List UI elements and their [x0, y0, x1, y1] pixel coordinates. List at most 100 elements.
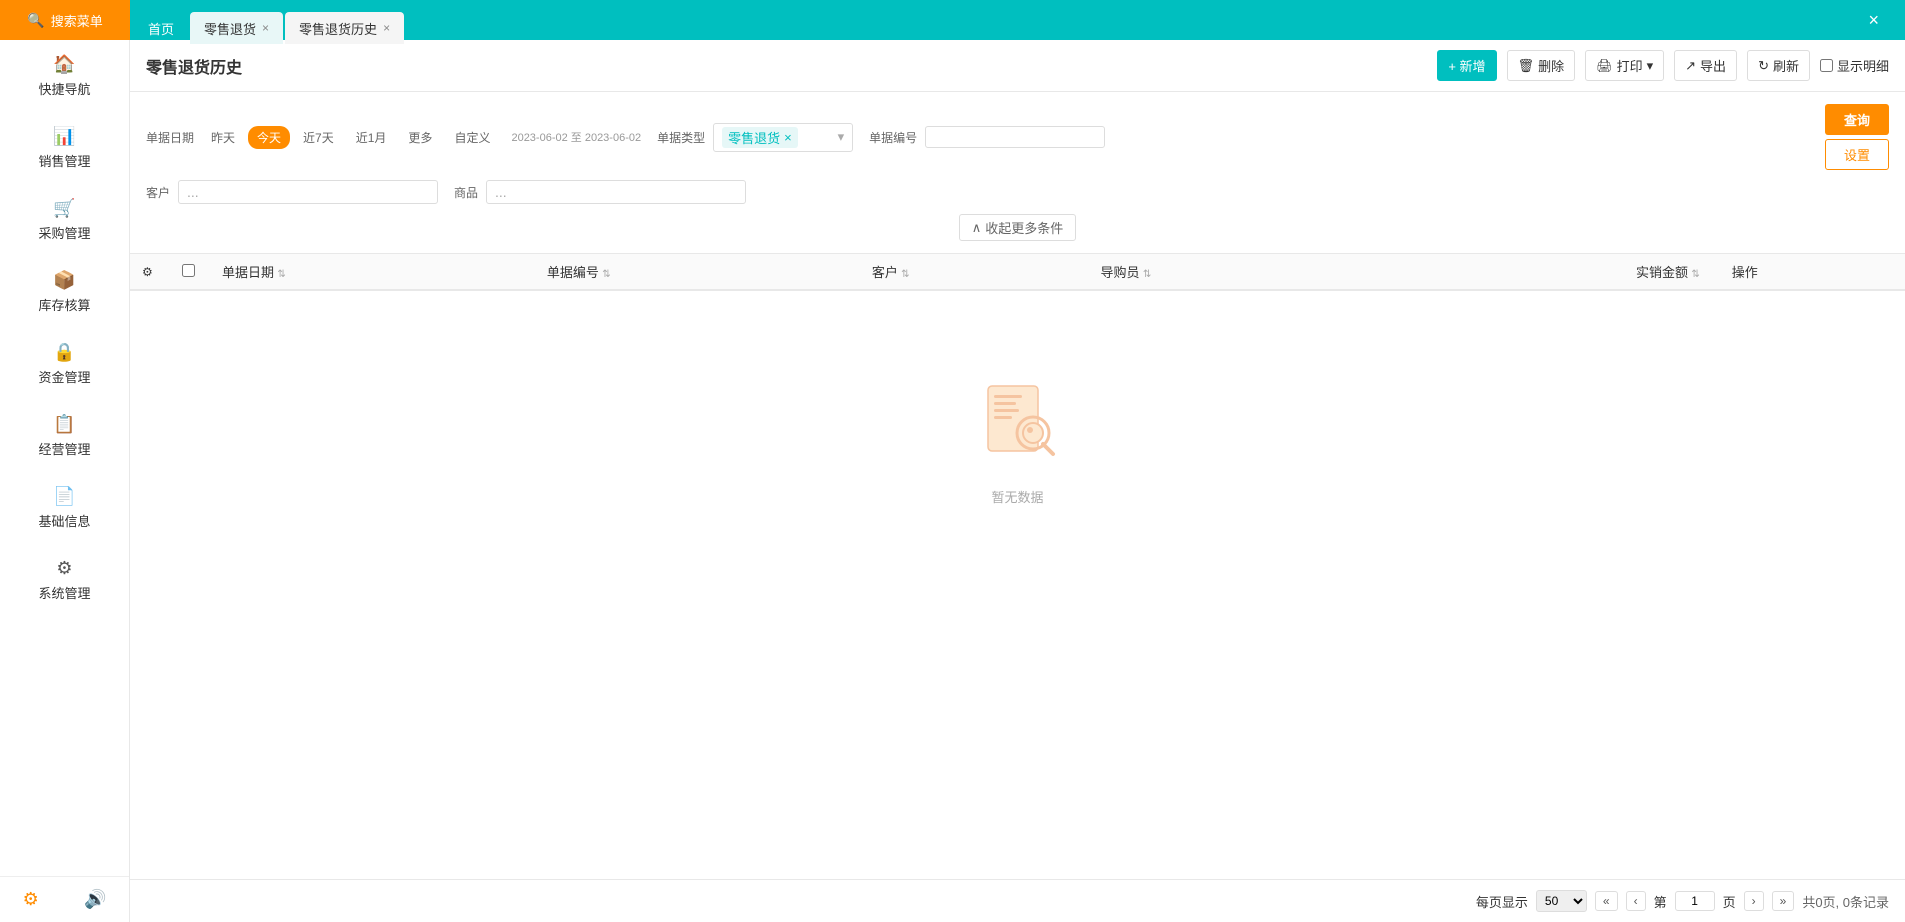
- set-button[interactable]: 设置: [1825, 139, 1889, 170]
- sidebar-item-system-mgmt-label: 系统管理: [38, 583, 90, 602]
- window-close-button[interactable]: ×: [1858, 10, 1889, 31]
- col-actual-amount-label: 实销金额: [1636, 265, 1688, 280]
- export-icon: ↗: [1685, 58, 1696, 74]
- table-wrapper: ⚙ 单据日期 ⇅ 单据编号 ⇅ 客户 ⇅: [130, 254, 1905, 879]
- goods-ellipsis-icon[interactable]: ...: [495, 184, 507, 200]
- volume-icon[interactable]: 🔊: [84, 889, 106, 910]
- tabs-area: 首页 零售退货 × 零售退货历史 ×: [130, 0, 1858, 40]
- print-icon: 🖨: [1596, 58, 1613, 74]
- customer-ellipsis-icon[interactable]: ...: [187, 184, 199, 200]
- display-detail-checkbox[interactable]: 显示明细: [1820, 56, 1889, 75]
- bill-type-tag: 零售退货 ×: [722, 127, 798, 148]
- sidebar-item-basic-info[interactable]: 📄 基础信息: [0, 472, 129, 544]
- bill-no-label: 单据编号: [869, 129, 917, 146]
- tab-retail-return[interactable]: 零售退货 ×: [190, 12, 283, 44]
- col-actual-amount[interactable]: 实销金额 ⇅: [1365, 254, 1720, 290]
- filter-right-buttons: 查询 设置: [1825, 104, 1889, 170]
- col-actual-amount-sort-icon: ⇅: [1691, 269, 1699, 280]
- tab-retail-return-history-close-icon[interactable]: ×: [383, 21, 390, 35]
- bill-type-tag-close-icon[interactable]: ×: [784, 130, 792, 145]
- next-page-button[interactable]: ›: [1744, 891, 1764, 911]
- customer-label: 客户: [146, 184, 170, 201]
- display-detail-input[interactable]: [1820, 59, 1833, 72]
- tab-retail-return-close-icon[interactable]: ×: [262, 21, 269, 35]
- export-label: 导出: [1700, 56, 1726, 75]
- delete-button[interactable]: 🗑 删除: [1507, 50, 1576, 81]
- settings-gear-icon[interactable]: ⚙: [23, 889, 39, 910]
- finance-mgmt-icon: 🔒: [53, 342, 75, 363]
- date-btn-yesterday[interactable]: 昨天: [202, 126, 244, 149]
- col-bill-date[interactable]: 单据日期 ⇅: [210, 254, 535, 290]
- col-bill-date-sort-icon: ⇅: [277, 269, 285, 280]
- collapse-button[interactable]: ∧ 收起更多条件: [959, 214, 1077, 241]
- total-info: 共0页, 0条记录: [1802, 892, 1889, 911]
- date-btn-custom[interactable]: 自定义: [445, 126, 499, 149]
- page-size-select[interactable]: 20 50 100: [1536, 890, 1587, 912]
- col-bill-no-sort-icon: ⇅: [602, 269, 610, 280]
- tab-retail-return-history[interactable]: 零售退货历史 ×: [285, 12, 404, 44]
- sidebar-item-inventory-check-label: 库存核算: [38, 295, 90, 314]
- empty-state-illustration: [968, 371, 1068, 471]
- col-settings[interactable]: ⚙: [130, 254, 170, 290]
- sidebar-item-finance-mgmt[interactable]: 🔒 资金管理: [0, 328, 129, 400]
- inventory-check-icon: 📦: [53, 270, 75, 291]
- query-button[interactable]: 查询: [1825, 104, 1889, 135]
- display-detail-label: 显示明细: [1837, 56, 1889, 75]
- date-filter-label: 单据日期: [146, 129, 194, 146]
- first-page-button[interactable]: «: [1595, 891, 1618, 911]
- prev-page-button[interactable]: ‹: [1626, 891, 1646, 911]
- sales-mgmt-icon: 📊: [53, 126, 75, 147]
- main-layout: 🏠 快捷导航 📊 销售管理 🛒 采购管理 📦 库存核算 🔒 资金管理 📋 经营管…: [0, 40, 1905, 922]
- collapse-row: ∧ 收起更多条件: [146, 214, 1889, 241]
- page-actions: + 新增 🗑 删除 🖨 打印 ▾ ↗ 导出 ↻ 刷新: [1437, 50, 1889, 81]
- new-button[interactable]: + 新增: [1437, 50, 1496, 81]
- filter-row-2: 客户 ... 商品 ...: [146, 180, 1889, 204]
- top-bar: 🔍 搜索菜单 首页 零售退货 × 零售退货历史 × ×: [0, 0, 1905, 40]
- date-btn-7days[interactable]: 近7天: [294, 126, 343, 149]
- page-number-input[interactable]: [1675, 891, 1715, 911]
- pagination-bar: 每页显示 20 50 100 « ‹ 第 页 › » 共0页, 0条记录: [130, 879, 1905, 922]
- sidebar-item-sales-mgmt[interactable]: 📊 销售管理: [0, 112, 129, 184]
- search-menu-area[interactable]: 🔍 搜索菜单: [0, 0, 130, 40]
- tab-home[interactable]: 首页: [134, 12, 188, 44]
- sidebar-item-system-mgmt[interactable]: ⚙ 系统管理: [0, 544, 129, 616]
- tab-home-label: 首页: [148, 19, 174, 38]
- date-btn-more[interactable]: 更多: [399, 126, 441, 149]
- sidebar-item-finance-mgmt-label: 资金管理: [38, 367, 90, 386]
- refresh-button[interactable]: ↻ 刷新: [1747, 50, 1810, 81]
- date-btn-today[interactable]: 今天: [248, 126, 290, 149]
- col-checkbox[interactable]: [170, 254, 210, 290]
- bill-no-input[interactable]: [925, 126, 1105, 148]
- empty-state-cell: 暂无数据: [130, 290, 1905, 586]
- operations-mgmt-icon: 📋: [53, 414, 75, 435]
- sidebar-item-operations-mgmt[interactable]: 📋 经营管理: [0, 400, 129, 472]
- page-title: 零售退货历史: [146, 54, 242, 78]
- last-page-button[interactable]: »: [1772, 891, 1795, 911]
- page-header: 零售退货历史 + 新增 🗑 删除 🖨 打印 ▾ ↗ 导出: [130, 40, 1905, 92]
- goods-select[interactable]: ...: [486, 180, 746, 204]
- col-guide[interactable]: 导购员 ⇅: [1088, 254, 1365, 290]
- bill-type-select[interactable]: 零售退货 × ▾: [713, 123, 853, 152]
- sidebar-item-sales-mgmt-label: 销售管理: [38, 151, 90, 170]
- export-button[interactable]: ↗ 导出: [1674, 50, 1737, 81]
- empty-state-row: 暂无数据: [130, 290, 1905, 586]
- select-all-checkbox[interactable]: [182, 264, 195, 277]
- bill-type-label: 单据类型: [657, 129, 705, 146]
- sidebar-item-inventory-check[interactable]: 📦 库存核算: [0, 256, 129, 328]
- sidebar-item-purchase-mgmt[interactable]: 🛒 采购管理: [0, 184, 129, 256]
- filter-row-1: 单据日期 昨天 今天 近7天 近1月 更多 自定义 2023-06-02 至 2…: [146, 104, 1889, 170]
- refresh-label: 刷新: [1773, 56, 1799, 75]
- sidebar-item-basic-info-label: 基础信息: [38, 511, 90, 530]
- delete-label: 删除: [1538, 56, 1564, 75]
- content-area: 零售退货历史 + 新增 🗑 删除 🖨 打印 ▾ ↗ 导出: [130, 40, 1905, 922]
- customer-select[interactable]: ...: [178, 180, 438, 204]
- system-mgmt-icon: ⚙: [56, 558, 72, 579]
- data-table: ⚙ 单据日期 ⇅ 单据编号 ⇅ 客户 ⇅: [130, 254, 1905, 586]
- col-customer[interactable]: 客户 ⇅: [860, 254, 1089, 290]
- sidebar-item-quick-nav[interactable]: 🏠 快捷导航: [0, 40, 129, 112]
- sidebar-item-quick-nav-label: 快捷导航: [38, 79, 90, 98]
- print-button[interactable]: 🖨 打印 ▾: [1585, 50, 1664, 81]
- col-bill-no[interactable]: 单据编号 ⇅: [535, 254, 860, 290]
- date-btn-1month[interactable]: 近1月: [347, 126, 396, 149]
- filter-area: 单据日期 昨天 今天 近7天 近1月 更多 自定义 2023-06-02 至 2…: [130, 92, 1905, 254]
